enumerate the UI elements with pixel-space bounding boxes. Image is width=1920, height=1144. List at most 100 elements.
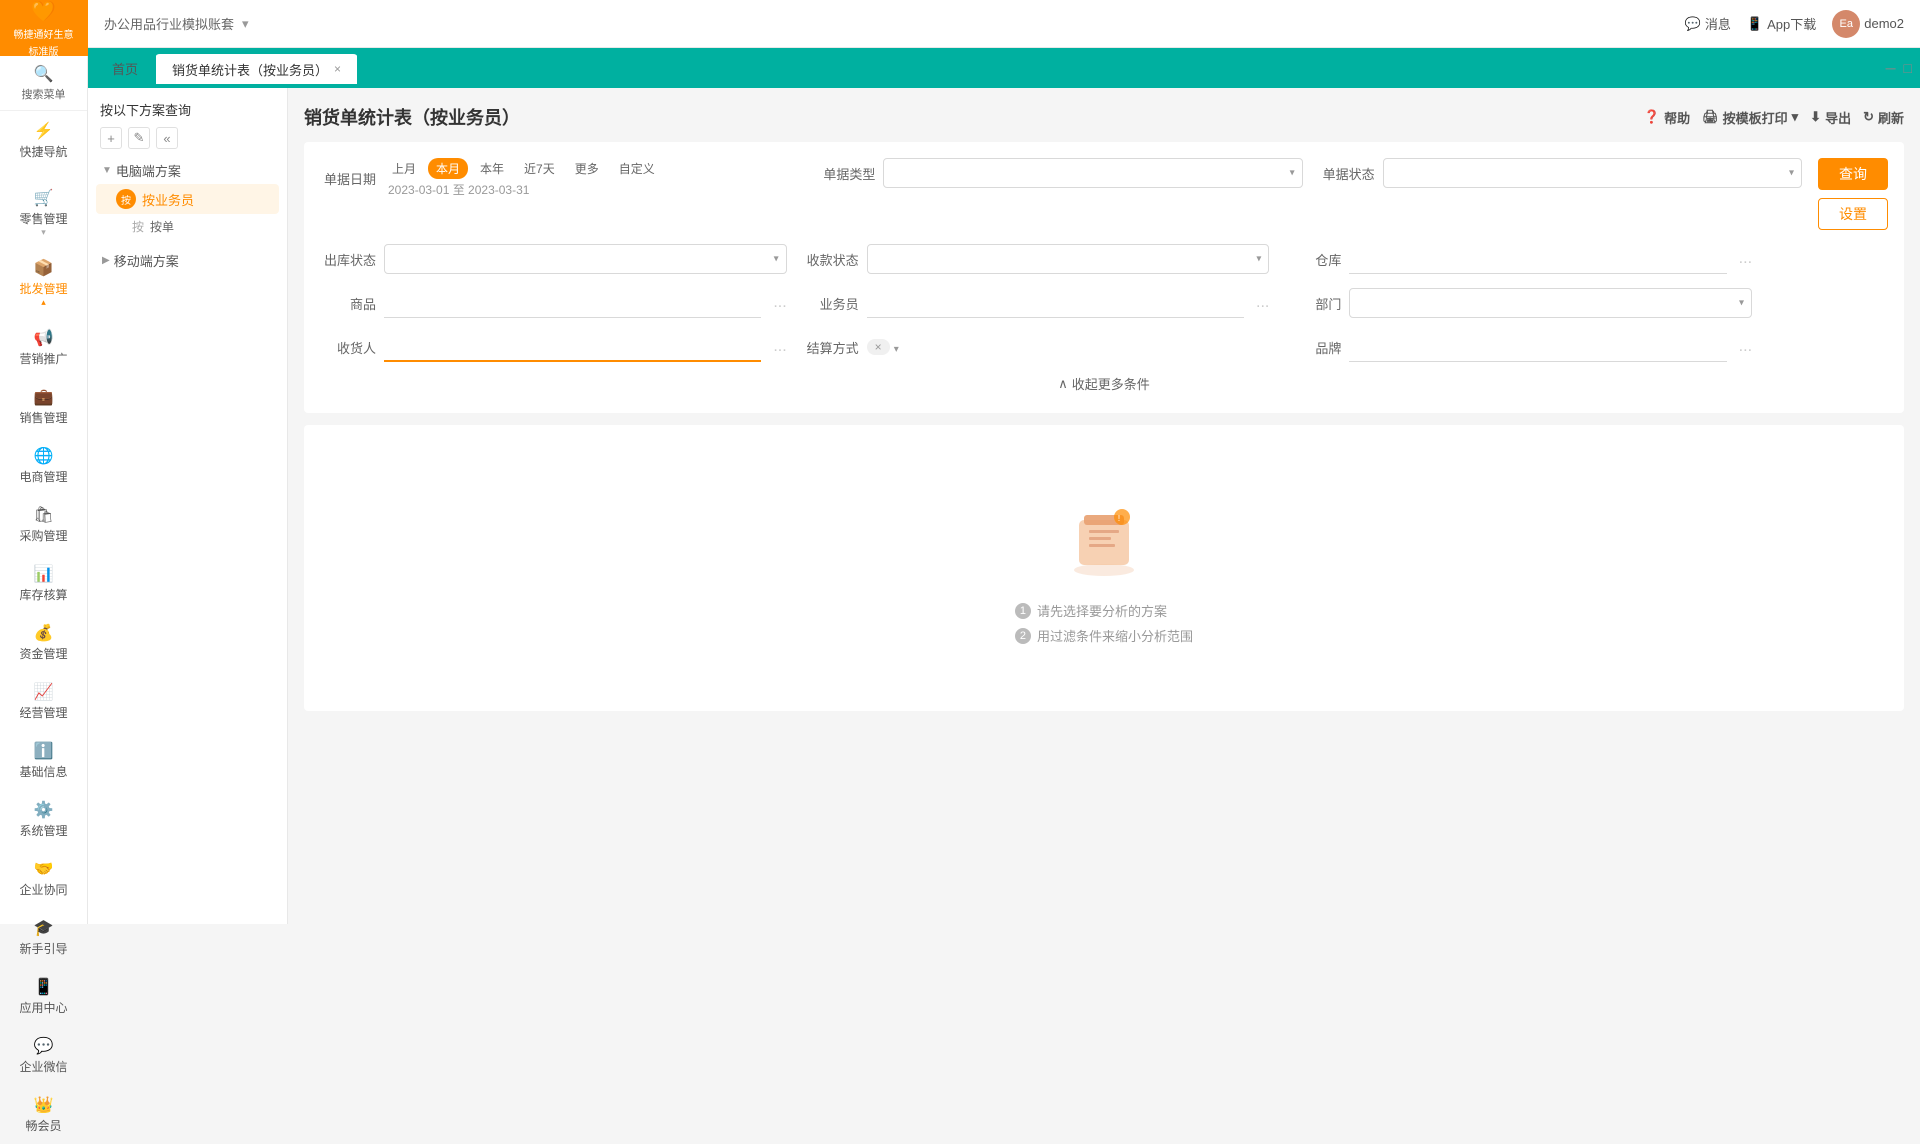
sidebar-search[interactable]: 🔍 搜索菜单 bbox=[0, 56, 87, 111]
edit-schema-btn[interactable]: ✎ bbox=[128, 127, 150, 149]
sidebar-item-basic-info[interactable]: ℹ️ 基础信息 bbox=[0, 731, 87, 790]
workspace-dropdown-icon[interactable]: ▾ bbox=[242, 16, 249, 32]
department-label: 部门 bbox=[1285, 294, 1341, 313]
doc-type-select[interactable] bbox=[883, 158, 1302, 188]
brand-dots-btn[interactable]: ... bbox=[1739, 338, 1752, 356]
goods-input[interactable] bbox=[384, 288, 761, 318]
sidebar-item-system[interactable]: ⚙️ 系统管理 bbox=[0, 790, 87, 849]
tab-close-btn[interactable]: × bbox=[334, 62, 341, 76]
date-label: 单据日期 bbox=[320, 169, 376, 188]
add-schema-btn[interactable]: + bbox=[100, 127, 122, 149]
filter-field-salesperson: 业务员 ... bbox=[803, 288, 1270, 318]
tab-sales-stats[interactable]: 销货单统计表（按业务员） × bbox=[156, 52, 357, 84]
doc-status-select[interactable] bbox=[1383, 158, 1802, 188]
empty-state: ! 1 请先选择要分析的方案 2 用过滤条件来缩小分析范围 bbox=[304, 425, 1904, 711]
sidebar-item-member[interactable]: 👑 畅会员 bbox=[0, 1085, 87, 1144]
sidebar-item-quick-nav[interactable]: ⚡ 快捷导航 bbox=[0, 111, 87, 170]
department-select[interactable] bbox=[1349, 288, 1752, 318]
sidebar-item-wechat[interactable]: 💬 企业微信 bbox=[0, 1026, 87, 1085]
export-btn[interactable]: ⬇ 导出 bbox=[1810, 108, 1851, 127]
date-tab-this-year[interactable]: 本年 bbox=[472, 158, 512, 179]
date-tab-7days[interactable]: 近7天 bbox=[516, 158, 563, 179]
sidebar-item-ecommerce[interactable]: 🌐 电商管理 bbox=[0, 436, 87, 495]
filter-row-2: 出库状态 ▾ 收款状态 bbox=[320, 244, 1888, 274]
date-tab-this-month[interactable]: 本月 bbox=[428, 158, 468, 179]
user-avatar-btn[interactable]: Ea demo2 bbox=[1832, 10, 1904, 38]
schema-group-mobile-header[interactable]: ▶ 移动端方案 bbox=[96, 247, 279, 274]
doc-status-label: 单据状态 bbox=[1319, 164, 1375, 183]
tip-num-2: 2 bbox=[1015, 628, 1031, 644]
avatar: Ea bbox=[1832, 10, 1860, 38]
print-dropdown-icon: ▾ bbox=[1792, 109, 1799, 125]
sidebar-item-operations[interactable]: 📈 经营管理 bbox=[0, 672, 87, 731]
date-field-wrap: 上月 本月 本年 近7天 更多 自定义 2023-03-01 至 2023-03… bbox=[384, 158, 803, 198]
warehouse-input[interactable] bbox=[1349, 244, 1726, 274]
sidebar-search-label: 搜索菜单 bbox=[22, 86, 66, 102]
collapse-row: ∧ 收起更多条件 bbox=[320, 370, 1888, 397]
workspace-title: 办公用品行业模拟账套 bbox=[104, 14, 234, 33]
app-download-btn[interactable]: 📱 App下载 bbox=[1747, 14, 1816, 33]
sidebar-item-app-center[interactable]: 📱 应用中心 bbox=[0, 967, 87, 1026]
page-title-actions: ❓ 帮助 🖨 按模板打印 ▾ ⬇ 导出 ↻ 刷新 bbox=[1644, 108, 1904, 127]
schema-sub-item-by-order[interactable]: 按 按单 bbox=[96, 214, 279, 239]
collapse-label: 收起更多条件 bbox=[1072, 374, 1150, 393]
department-select-wrap: ▾ bbox=[1349, 288, 1752, 318]
maximize-btn[interactable]: □ bbox=[1904, 60, 1912, 76]
message-btn[interactable]: 💬 消息 bbox=[1685, 14, 1731, 33]
group-label: 电脑端方案 bbox=[116, 161, 181, 180]
date-tab-last-month[interactable]: 上月 bbox=[384, 158, 424, 179]
filter-field-pay-status: 收款状态 ▾ bbox=[803, 244, 1270, 274]
tab-home[interactable]: 首页 bbox=[96, 52, 154, 84]
pay-status-select[interactable] bbox=[867, 244, 1270, 274]
workspace-info: 办公用品行业模拟账套 ▾ bbox=[104, 14, 249, 33]
schema-item-label: 按业务员 bbox=[142, 190, 194, 209]
query-btn-group: 查询 设置 bbox=[1818, 158, 1888, 230]
help-btn[interactable]: ❓ 帮助 bbox=[1644, 108, 1690, 127]
query-button[interactable]: 查询 bbox=[1818, 158, 1888, 190]
svg-text:!: ! bbox=[1118, 514, 1120, 523]
brand-input[interactable] bbox=[1349, 332, 1726, 362]
sidebar-item-cooperation[interactable]: 🤝 企业协同 bbox=[0, 849, 87, 908]
user-name: demo2 bbox=[1864, 16, 1904, 31]
minimize-btn[interactable]: ─ bbox=[1886, 60, 1896, 76]
app-download-label: App下载 bbox=[1767, 14, 1816, 33]
sidebar-item-newbie[interactable]: 🎓 新手引导 bbox=[0, 908, 87, 967]
settlement-chevron-icon: ▾ bbox=[894, 344, 899, 355]
date-tab-more[interactable]: 更多 bbox=[567, 158, 607, 179]
sidebar-item-marketing[interactable]: 📢 营销推广 bbox=[0, 318, 87, 377]
right-content: 销货单统计表（按业务员） ❓ 帮助 🖨 按模板打印 ▾ ⬇ 导出 bbox=[288, 88, 1920, 924]
date-tab-custom[interactable]: 自定义 bbox=[611, 158, 663, 179]
refresh-btn[interactable]: ↻ 刷新 bbox=[1863, 108, 1904, 127]
receiver-input[interactable] bbox=[384, 332, 761, 362]
group-mobile-label: 移动端方案 bbox=[114, 251, 179, 270]
doc-status-select-wrap: ▾ bbox=[1383, 158, 1802, 188]
app-logo[interactable]: 🧡 畅捷通好生意 标准版 bbox=[0, 0, 88, 56]
schema-group-desktop-header[interactable]: ▼ 电脑端方案 bbox=[96, 157, 279, 184]
schema-item-by-salesperson[interactable]: 按 按业务员 bbox=[96, 184, 279, 214]
schema-section: ▼ 电脑端方案 按 按业务员 按 按单 ▶ 移动端方案 bbox=[96, 157, 279, 274]
out-status-select[interactable] bbox=[384, 244, 787, 274]
collapse-chevron-icon: ∧ bbox=[1058, 376, 1068, 392]
settlement-tag-x[interactable]: × bbox=[875, 340, 882, 354]
receiver-dots-btn[interactable]: ... bbox=[773, 338, 786, 356]
pay-status-select-wrap: ▾ bbox=[867, 244, 1270, 274]
collapse-icon: « bbox=[163, 131, 170, 146]
collapse-btn[interactable]: ∧ 收起更多条件 bbox=[1046, 370, 1162, 397]
sidebar-item-retail[interactable]: 🛒 零售管理 ▾ bbox=[0, 178, 87, 248]
sidebar-item-inventory[interactable]: 📊 库存核算 bbox=[0, 554, 87, 613]
sidebar-item-sales[interactable]: 💼 销售管理 bbox=[0, 377, 87, 436]
top-header: 办公用品行业模拟账套 ▾ 💬 消息 📱 App下载 Ea demo2 bbox=[88, 0, 1920, 48]
goods-dots-btn[interactable]: ... bbox=[773, 294, 786, 312]
sidebar-item-wholesale[interactable]: 📦 批发管理 ▴ bbox=[0, 248, 87, 318]
settings-button[interactable]: 设置 bbox=[1818, 198, 1888, 230]
sidebar-item-purchase[interactable]: 🛍 采购管理 bbox=[0, 495, 87, 554]
salesperson-dots-btn[interactable]: ... bbox=[1256, 294, 1269, 312]
sidebar-item-finance[interactable]: 💰 资金管理 bbox=[0, 613, 87, 672]
print-btn[interactable]: 🖨 按模板打印 ▾ bbox=[1702, 108, 1798, 127]
collapse-panel-btn[interactable]: « bbox=[156, 127, 178, 149]
edit-icon: ✎ bbox=[134, 130, 145, 146]
salesperson-input[interactable] bbox=[867, 288, 1244, 318]
empty-tip-2: 2 用过滤条件来缩小分析范围 bbox=[1015, 626, 1193, 645]
warehouse-dots-btn[interactable]: ... bbox=[1739, 250, 1752, 268]
logo-icon: 🧡 bbox=[31, 0, 56, 24]
